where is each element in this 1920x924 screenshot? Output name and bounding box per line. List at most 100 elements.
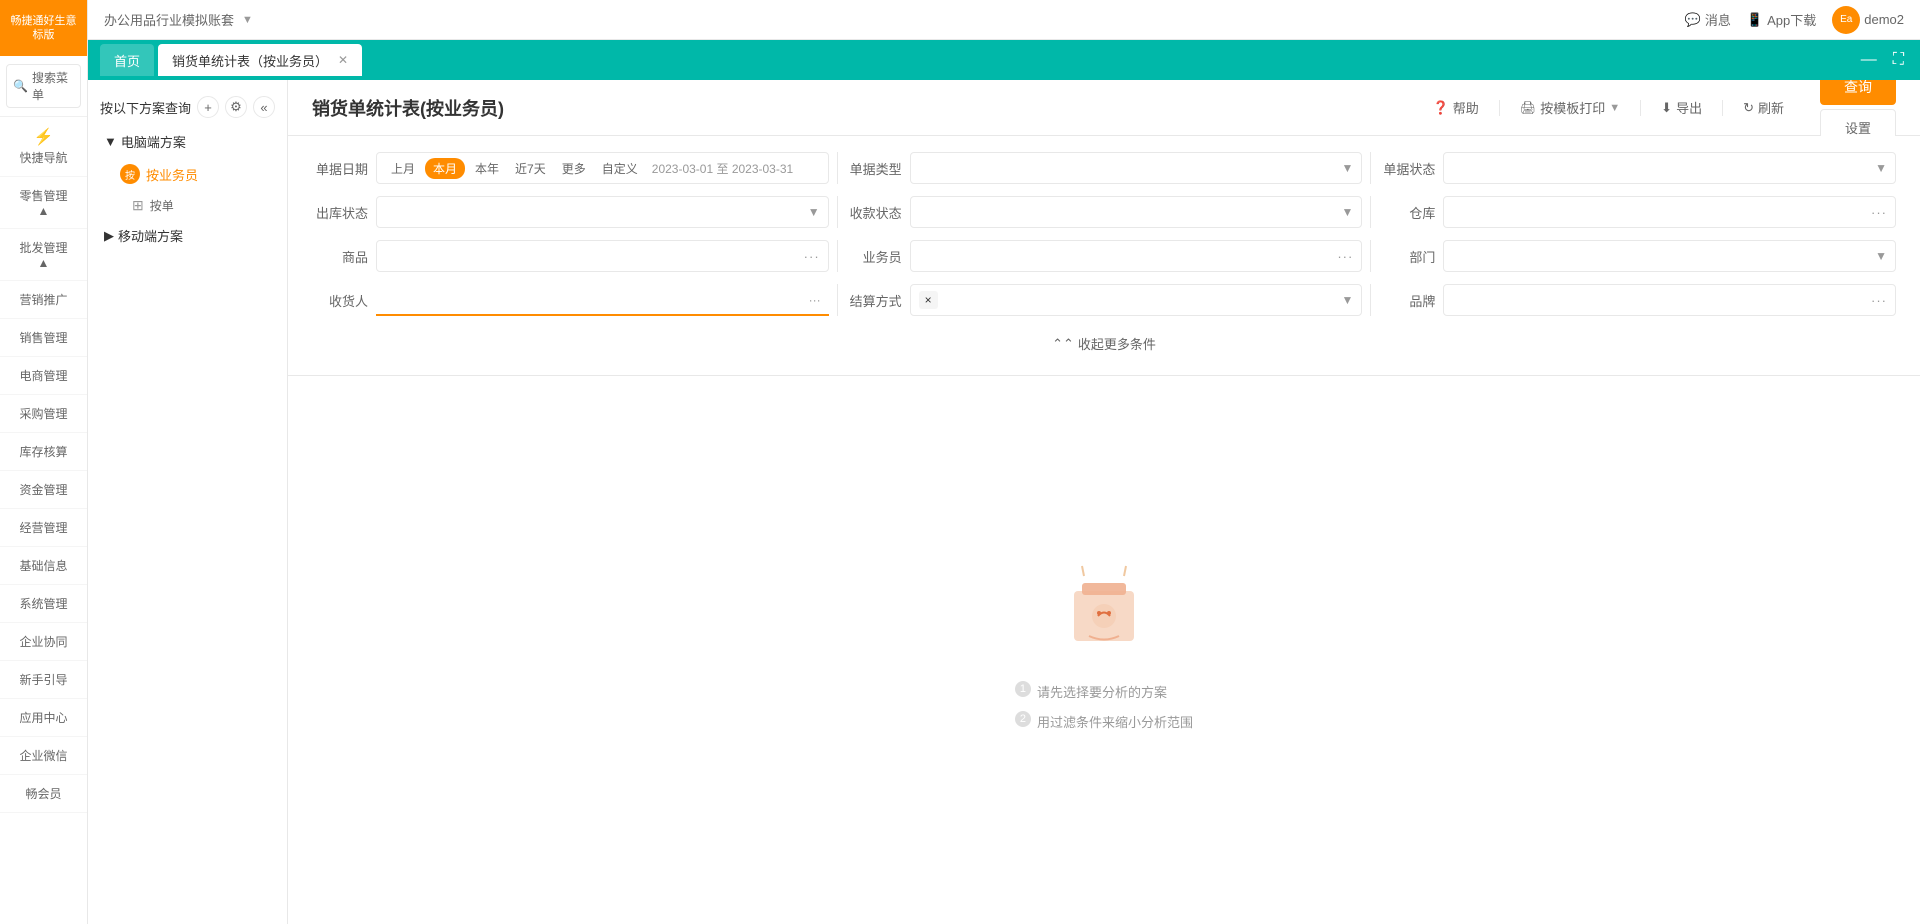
mobile-scheme-group-title[interactable]: ▶ 移动端方案 xyxy=(96,220,279,251)
empty-state: 1 请先选择要分析的方案 2 用过滤条件来缩小分析范围 xyxy=(1015,561,1193,740)
tab-close-btn[interactable]: ✕ xyxy=(338,53,348,67)
date-this-month-btn[interactable]: 本月 xyxy=(425,158,465,179)
scheme-item-salesman[interactable]: 按 按业务员 xyxy=(96,157,279,191)
row3-sep1 xyxy=(837,240,838,272)
date-filter-control: 上月 本月 本年 近7天 更多 自定义 2023-03-01 至 2023-03… xyxy=(376,152,829,184)
settlement-control: × ▼ xyxy=(910,284,1363,316)
mobile-scheme-arrow: ▶ xyxy=(104,228,114,244)
sidebar-item-sales[interactable]: 销售管理 xyxy=(0,319,87,357)
sidebar-item-finance[interactable]: 资金管理 xyxy=(0,471,87,509)
collapse-row: ⌃⌃ 收起更多条件 xyxy=(312,328,1896,359)
brand-label: 品牌 xyxy=(1379,291,1435,310)
tab-sales-stat[interactable]: 销货单统计表（按业务员） ✕ xyxy=(158,44,362,76)
operation-label: 经营管理 xyxy=(6,519,81,536)
settlement-select[interactable]: × ▼ xyxy=(910,284,1363,316)
account-name: 办公用品行业模拟账套 xyxy=(104,10,234,29)
filter-area: 单据日期 上月 本月 本年 近7天 更多 自定义 2023-03-01 至 20… xyxy=(288,136,1920,376)
sidebar-item-wholesale[interactable]: 批发管理 ▲ xyxy=(0,229,87,281)
filter-item-doc-status: 单据状态 ▼ xyxy=(1379,152,1896,184)
sidebar-item-inventory[interactable]: 库存核算 xyxy=(0,433,87,471)
filter-item-goods: 商品 ··· xyxy=(312,240,829,272)
sales-label: 销售管理 xyxy=(6,329,81,346)
retail-label: 零售管理 xyxy=(6,187,81,204)
scheme-icon-salesman: 按 xyxy=(120,164,140,184)
search-menu-btn[interactable]: 🔍 搜索菜单 xyxy=(6,64,81,108)
help-btn[interactable]: ❓ 帮助 xyxy=(1425,94,1487,121)
dept-select[interactable]: ▼ xyxy=(1443,240,1896,272)
app-logo-text: 畅捷通好生意 标版 xyxy=(4,14,83,43)
refresh-btn[interactable]: ↻ 刷新 xyxy=(1735,94,1792,121)
date-last-month-btn[interactable]: 上月 xyxy=(385,158,421,179)
goods-dots: ··· xyxy=(804,249,820,264)
goods-input[interactable]: ··· xyxy=(376,240,829,272)
brand-input[interactable]: ··· xyxy=(1443,284,1896,316)
sidebar-item-system[interactable]: 系统管理 xyxy=(0,585,87,623)
filter-item-payment-status: 收款状态 ▼ xyxy=(846,196,1363,228)
settlement-label: 结算方式 xyxy=(846,291,902,310)
date-7days-btn[interactable]: 近7天 xyxy=(509,158,552,179)
settlement-tag-close[interactable]: × xyxy=(925,293,932,307)
sidebar-item-marketing[interactable]: 营销推广 xyxy=(0,281,87,319)
sidebar-item-retail[interactable]: 零售管理 ▲ xyxy=(0,177,87,229)
scheme-group-pc: ▼ 电脑端方案 按 按业务员 ⊞ 按单 ▶ 移动端方案 xyxy=(88,126,287,251)
message-label: 消息 xyxy=(1705,10,1731,29)
warehouse-input[interactable]: ··· xyxy=(1443,196,1896,228)
sidebar-item-newbie[interactable]: 新手引导 xyxy=(0,661,87,699)
export-btn[interactable]: ⬇ 导出 xyxy=(1653,94,1710,121)
ecommerce-label: 电商管理 xyxy=(6,367,81,384)
empty-icon xyxy=(1054,561,1154,661)
filter-item-consignee: 收货人 ··· xyxy=(312,284,829,316)
tab-home[interactable]: 首页 xyxy=(100,44,154,76)
salesman-control: ··· xyxy=(910,240,1363,272)
sidebar-item-quick-nav[interactable]: ⚡ 快捷导航 xyxy=(0,117,87,177)
filter-item-stock-status: 出库状态 ▼ xyxy=(312,196,829,228)
user-profile-btn[interactable]: Ea demo2 xyxy=(1832,6,1904,34)
date-more-btn[interactable]: 更多 xyxy=(556,158,592,179)
sidebar-item-app-center[interactable]: 应用中心 xyxy=(0,699,87,737)
finance-label: 资金管理 xyxy=(6,481,81,498)
sidebar-item-member[interactable]: 畅会员 xyxy=(0,775,87,813)
date-custom-btn[interactable]: 自定义 xyxy=(596,158,644,179)
filter-item-warehouse: 仓库 ··· xyxy=(1379,196,1896,228)
collapse-filters-btn[interactable]: ⌃⌃ 收起更多条件 xyxy=(1052,328,1156,359)
sidebar-item-purchase[interactable]: 采购管理 xyxy=(0,395,87,433)
payment-status-select[interactable]: ▼ xyxy=(910,196,1363,228)
help-icon: ❓ xyxy=(1433,100,1449,116)
sidebar-item-wechat[interactable]: 企业微信 xyxy=(0,737,87,775)
doc-status-select[interactable]: ▼ xyxy=(1443,152,1896,184)
row1-sep2 xyxy=(1370,152,1371,184)
doc-type-select[interactable]: ▼ xyxy=(910,152,1363,184)
add-scheme-btn[interactable]: + xyxy=(197,96,219,118)
wholesale-label: 批发管理 xyxy=(6,239,81,256)
pc-scheme-group-title[interactable]: ▼ 电脑端方案 xyxy=(96,126,279,157)
collapse-panel-btn[interactable]: « xyxy=(253,96,275,118)
left-panel-title: 按以下方案查询 xyxy=(100,98,191,117)
message-btn[interactable]: 💬 消息 xyxy=(1685,10,1731,29)
sidebar-item-basic[interactable]: 基础信息 xyxy=(0,547,87,585)
query-button[interactable]: 查询 xyxy=(1820,80,1896,105)
consignee-input[interactable] xyxy=(376,284,829,316)
collapse-icon: ⌃⌃ xyxy=(1052,336,1074,352)
quick-nav-icon: ⚡ xyxy=(6,127,81,147)
date-this-year-btn[interactable]: 本年 xyxy=(469,158,505,179)
consignee-dots[interactable]: ··· xyxy=(809,293,821,307)
tab-maximize-btn[interactable]: ⛶ xyxy=(1889,47,1908,73)
sidebar-item-operation[interactable]: 经营管理 xyxy=(0,509,87,547)
date-filter-label: 单据日期 xyxy=(312,159,368,178)
app-center-label: 应用中心 xyxy=(6,709,81,726)
app-download-btn[interactable]: 📱 App下载 xyxy=(1747,10,1816,29)
salesman-input[interactable]: ··· xyxy=(910,240,1363,272)
left-panel-actions: + ⚙ « xyxy=(197,96,275,118)
sidebar-item-enterprise[interactable]: 企业协同 xyxy=(0,623,87,661)
scheme-sub-item-order[interactable]: ⊞ 按单 xyxy=(96,191,279,220)
tab-minimize-btn[interactable]: — xyxy=(1857,47,1881,73)
pc-scheme-title: 电脑端方案 xyxy=(121,132,186,151)
system-label: 系统管理 xyxy=(6,595,81,612)
message-icon: 💬 xyxy=(1685,12,1701,28)
print-btn[interactable]: 🖨 按模板打印 ▼ xyxy=(1512,94,1628,121)
scheme-settings-btn[interactable]: ⚙ xyxy=(225,96,247,118)
row1-sep1 xyxy=(837,152,838,184)
stock-status-select[interactable]: ▼ xyxy=(376,196,829,228)
sidebar-item-ecommerce[interactable]: 电商管理 xyxy=(0,357,87,395)
dept-arrow: ▼ xyxy=(1875,249,1887,263)
